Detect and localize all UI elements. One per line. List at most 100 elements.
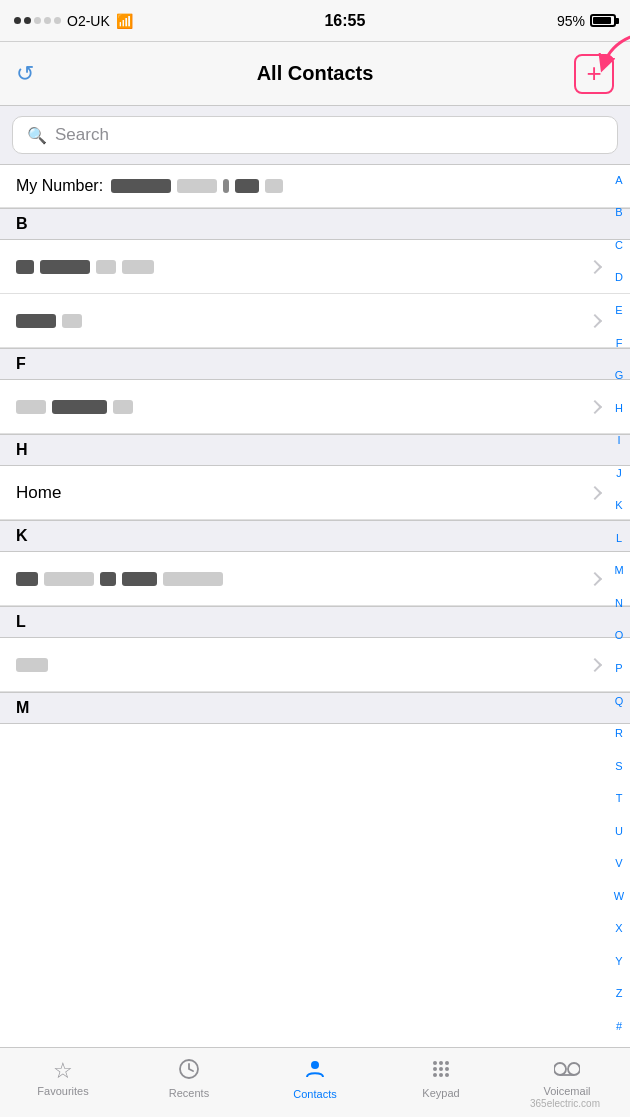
contact-name-home: Home bbox=[16, 483, 61, 503]
tab-label-favourites: Favourites bbox=[37, 1085, 88, 1097]
index-letter-N[interactable]: N bbox=[615, 598, 623, 609]
index-letter-F[interactable]: F bbox=[616, 338, 623, 349]
index-letter-G[interactable]: G bbox=[615, 370, 624, 381]
svg-point-2 bbox=[433, 1061, 437, 1065]
blur-block bbox=[122, 260, 154, 274]
refresh-button[interactable]: ↺ bbox=[16, 61, 34, 87]
blur-block bbox=[62, 314, 82, 328]
my-number-row: My Number: bbox=[0, 165, 630, 208]
index-letter-A[interactable]: A bbox=[615, 175, 622, 186]
section-header-m: M bbox=[0, 692, 630, 724]
contact-name-blurred bbox=[16, 400, 133, 414]
signal-dot-5 bbox=[54, 17, 61, 24]
keypad-icon bbox=[430, 1058, 452, 1084]
svg-point-1 bbox=[311, 1061, 319, 1069]
contact-row-home[interactable]: Home bbox=[0, 466, 630, 520]
index-letter-R[interactable]: R bbox=[615, 728, 623, 739]
index-letter-K[interactable]: K bbox=[615, 500, 622, 511]
blur-block bbox=[16, 314, 56, 328]
index-letter-L[interactable]: L bbox=[616, 533, 622, 544]
my-number-value bbox=[111, 179, 283, 193]
index-letter-S[interactable]: S bbox=[615, 761, 622, 772]
index-letter-P[interactable]: P bbox=[615, 663, 622, 674]
svg-point-6 bbox=[439, 1067, 443, 1071]
status-time: 16:55 bbox=[324, 12, 365, 30]
index-letter-E[interactable]: E bbox=[615, 305, 622, 316]
tab-favourites[interactable]: ☆ Favourites bbox=[0, 1060, 126, 1097]
tab-contacts[interactable]: Contacts bbox=[252, 1057, 378, 1100]
signal-dot-2 bbox=[24, 17, 31, 24]
signal-dot-3 bbox=[34, 17, 41, 24]
contact-row[interactable] bbox=[0, 240, 630, 294]
blur-block bbox=[122, 572, 157, 586]
index-bar[interactable]: A B C D E F G H I J K L M N O P Q R S T U V W X Y Z # bbox=[608, 160, 630, 1047]
index-letter-W[interactable]: W bbox=[614, 891, 624, 902]
blur-block bbox=[163, 572, 223, 586]
svg-point-7 bbox=[445, 1067, 449, 1071]
svg-point-8 bbox=[433, 1073, 437, 1077]
my-number-label: My Number: bbox=[16, 177, 103, 195]
contact-name-blurred bbox=[16, 572, 223, 586]
nav-bar: ↺ All Contacts + bbox=[0, 42, 630, 106]
blur-block bbox=[40, 260, 90, 274]
blur-block bbox=[16, 400, 46, 414]
tab-keypad[interactable]: Keypad bbox=[378, 1058, 504, 1099]
section-header-l: L bbox=[0, 606, 630, 638]
index-letter-X[interactable]: X bbox=[615, 923, 622, 934]
svg-point-5 bbox=[433, 1067, 437, 1071]
contact-row[interactable] bbox=[0, 294, 630, 348]
watermark: 365electric.com bbox=[530, 1098, 600, 1109]
contact-name-blurred bbox=[16, 260, 154, 274]
index-letter-Y[interactable]: Y bbox=[615, 956, 622, 967]
index-letter-I[interactable]: I bbox=[617, 435, 620, 446]
signal-dot-4 bbox=[44, 17, 51, 24]
blur-block bbox=[177, 179, 217, 193]
add-icon: + bbox=[586, 58, 601, 89]
blur-block bbox=[100, 572, 116, 586]
index-letter-H[interactable]: H bbox=[615, 403, 623, 414]
blur-block bbox=[44, 572, 94, 586]
blur-block bbox=[16, 260, 34, 274]
contact-name-blurred bbox=[16, 314, 82, 328]
section-header-h: H bbox=[0, 434, 630, 466]
search-bar[interactable]: 🔍 Search bbox=[0, 106, 630, 165]
index-letter-B[interactable]: B bbox=[615, 207, 622, 218]
tab-voicemail[interactable]: Voicemail bbox=[504, 1060, 630, 1097]
section-header-f: F bbox=[0, 348, 630, 380]
wifi-icon: 📶 bbox=[116, 13, 133, 29]
blur-block bbox=[96, 260, 116, 274]
blur-block bbox=[235, 179, 259, 193]
tab-label-voicemail: Voicemail bbox=[543, 1085, 590, 1097]
contact-row[interactable] bbox=[0, 552, 630, 606]
blur-block bbox=[111, 179, 171, 193]
index-letter-#[interactable]: # bbox=[616, 1021, 622, 1032]
contact-row[interactable] bbox=[0, 380, 630, 434]
svg-point-11 bbox=[554, 1063, 566, 1075]
index-letter-T[interactable]: T bbox=[616, 793, 623, 804]
index-letter-D[interactable]: D bbox=[615, 272, 623, 283]
add-contact-button[interactable]: + bbox=[574, 54, 614, 94]
page-title: All Contacts bbox=[257, 62, 374, 85]
tab-label-keypad: Keypad bbox=[422, 1087, 459, 1099]
index-letter-O[interactable]: O bbox=[615, 630, 624, 641]
status-bar: O2-UK 📶 16:55 95% bbox=[0, 0, 630, 42]
battery-percentage: 95% bbox=[557, 13, 585, 29]
search-icon: 🔍 bbox=[27, 126, 47, 145]
status-right: 95% bbox=[557, 13, 616, 29]
blur-block bbox=[52, 400, 107, 414]
index-letter-V[interactable]: V bbox=[615, 858, 622, 869]
contact-row[interactable] bbox=[0, 638, 630, 692]
index-letter-U[interactable]: U bbox=[615, 826, 623, 837]
index-letter-Z[interactable]: Z bbox=[616, 988, 623, 999]
section-header-k: K bbox=[0, 520, 630, 552]
index-letter-C[interactable]: C bbox=[615, 240, 623, 251]
tab-recents[interactable]: Recents bbox=[126, 1058, 252, 1099]
index-letter-M[interactable]: M bbox=[614, 565, 623, 576]
voicemail-icon bbox=[554, 1060, 580, 1082]
blur-block bbox=[223, 179, 229, 193]
index-letter-Q[interactable]: Q bbox=[615, 696, 624, 707]
svg-point-9 bbox=[439, 1073, 443, 1077]
search-input-wrap[interactable]: 🔍 Search bbox=[12, 116, 618, 154]
svg-point-3 bbox=[439, 1061, 443, 1065]
index-letter-J[interactable]: J bbox=[616, 468, 622, 479]
